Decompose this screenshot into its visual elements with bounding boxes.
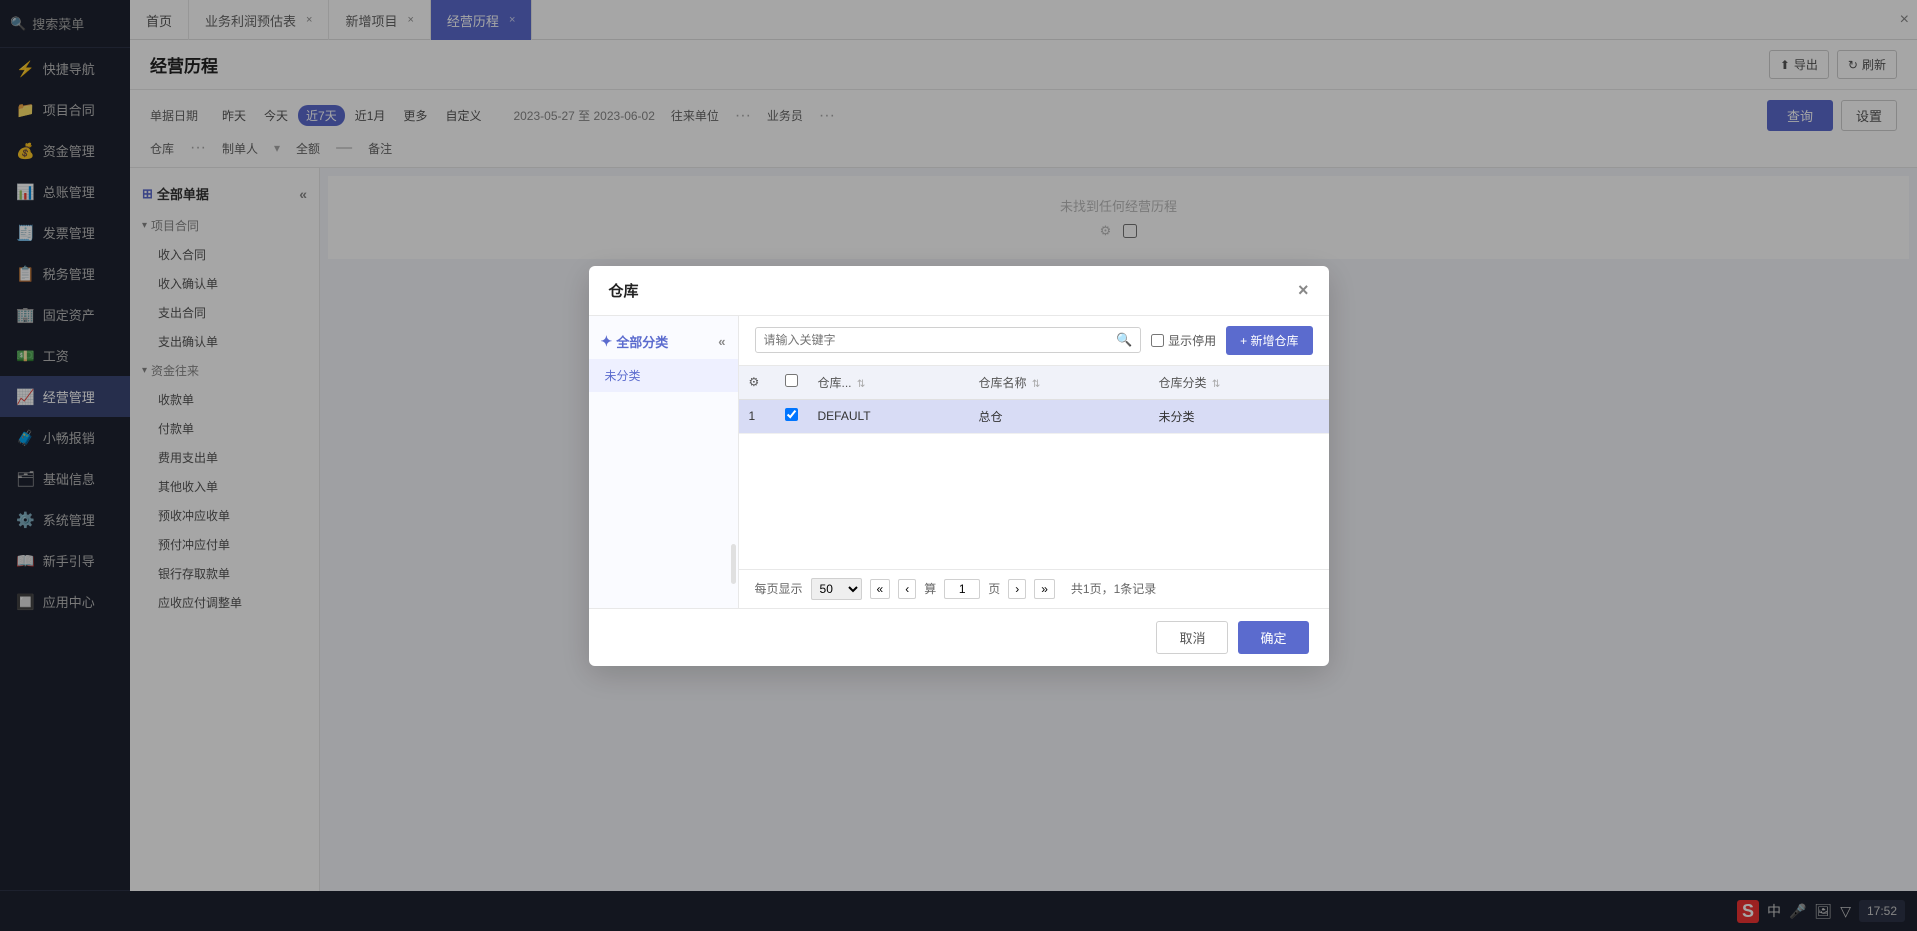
name-sort-icon: ⇅ <box>1032 379 1040 390</box>
modal-close-btn[interactable]: × <box>1298 280 1309 301</box>
modal-body: ✦ 全部分类 « 未分类 <box>589 316 1329 608</box>
modal-first-page-btn[interactable]: « <box>870 579 891 599</box>
modal-last-page-btn[interactable]: » <box>1034 579 1055 599</box>
add-warehouse-btn[interactable]: + 新增仓库 <box>1226 326 1312 355</box>
modal-page-suffix: 页 <box>988 580 1000 597</box>
modal-action-bar: 取消 确定 <box>589 608 1329 666</box>
modal-left-item-uncategorized[interactable]: 未分类 <box>589 359 738 392</box>
modal-footer-bar: 每页显示 50 100 « ‹ 算 页 › » 共1页，1条记录 <box>739 569 1329 608</box>
modal-confirm-btn[interactable]: 确定 <box>1238 621 1308 654</box>
modal-records-info: 共1页，1条记录 <box>1071 580 1156 597</box>
modal-select-all-checkbox[interactable] <box>785 374 798 387</box>
star-icon: ✦ <box>601 333 613 350</box>
row-category: 未分类 <box>1148 399 1328 433</box>
modal-page-label: 算 <box>924 580 936 597</box>
all-category-label[interactable]: 全部分类 <box>616 332 668 351</box>
modal-search-icon[interactable]: 🔍 <box>1116 332 1132 348</box>
modal-col-category[interactable]: 仓库分类 ⇅ <box>1148 366 1328 400</box>
modal-col-settings[interactable]: ⚙ <box>739 366 775 400</box>
modal-col-checkbox[interactable] <box>775 366 808 400</box>
modal-next-page-btn[interactable]: › <box>1008 579 1026 599</box>
row-checkbox[interactable] <box>785 408 798 421</box>
modal-left-scroll: 未分类 <box>589 359 738 540</box>
modal-left-header: ✦ 全部分类 « <box>589 324 738 359</box>
modal-per-page-select[interactable]: 50 100 <box>811 578 862 600</box>
modal-table-row[interactable]: 1 DEFAULT 总仓 未分类 <box>739 399 1329 433</box>
modal-table: ⚙ 仓库... ⇅ 仓库名称 ⇅ <box>739 366 1329 434</box>
modal-header: 仓库 × <box>589 266 1329 316</box>
modal-toolbar: 🔍 显示停用 + 新增仓库 <box>739 316 1329 366</box>
modal-cancel-btn[interactable]: 取消 <box>1156 621 1228 654</box>
modal-dialog: 仓库 × ✦ 全部分类 « 未分类 <box>589 266 1329 666</box>
modal-prev-page-btn[interactable]: ‹ <box>898 579 916 599</box>
modal-page-input[interactable] <box>944 579 980 599</box>
modal-col-name[interactable]: 仓库名称 ⇅ <box>969 366 1149 400</box>
modal-show-disabled-label[interactable]: 显示停用 <box>1151 332 1216 349</box>
row-code: DEFAULT <box>808 399 969 433</box>
modal-title: 仓库 <box>609 280 639 301</box>
code-sort-icon: ⇅ <box>857 379 865 390</box>
row-index: 1 <box>739 399 775 433</box>
modal-left-panel: ✦ 全部分类 « 未分类 <box>589 316 739 608</box>
category-sort-icon: ⇅ <box>1212 379 1220 390</box>
modal-search-input[interactable] <box>764 333 1110 347</box>
modal-table-body: 1 DEFAULT 总仓 未分类 <box>739 399 1329 433</box>
modal-per-page-label: 每页显示 <box>755 580 803 597</box>
modal-right-panel: 🔍 显示停用 + 新增仓库 ⚙ <box>739 316 1329 608</box>
modal-collapse-icon[interactable]: « <box>718 334 725 349</box>
row-checkbox-cell[interactable] <box>775 399 808 433</box>
modal-table-head: ⚙ 仓库... ⇅ 仓库名称 ⇅ <box>739 366 1329 400</box>
row-name: 总仓 <box>969 399 1149 433</box>
modal-table-scroll: ⚙ 仓库... ⇅ 仓库名称 ⇅ <box>739 366 1329 569</box>
modal-overlay[interactable]: 仓库 × ✦ 全部分类 « 未分类 <box>0 0 1917 931</box>
modal-search-box[interactable]: 🔍 <box>755 327 1142 353</box>
modal-col-code[interactable]: 仓库... ⇅ <box>808 366 969 400</box>
modal-show-disabled-checkbox[interactable] <box>1151 334 1164 347</box>
